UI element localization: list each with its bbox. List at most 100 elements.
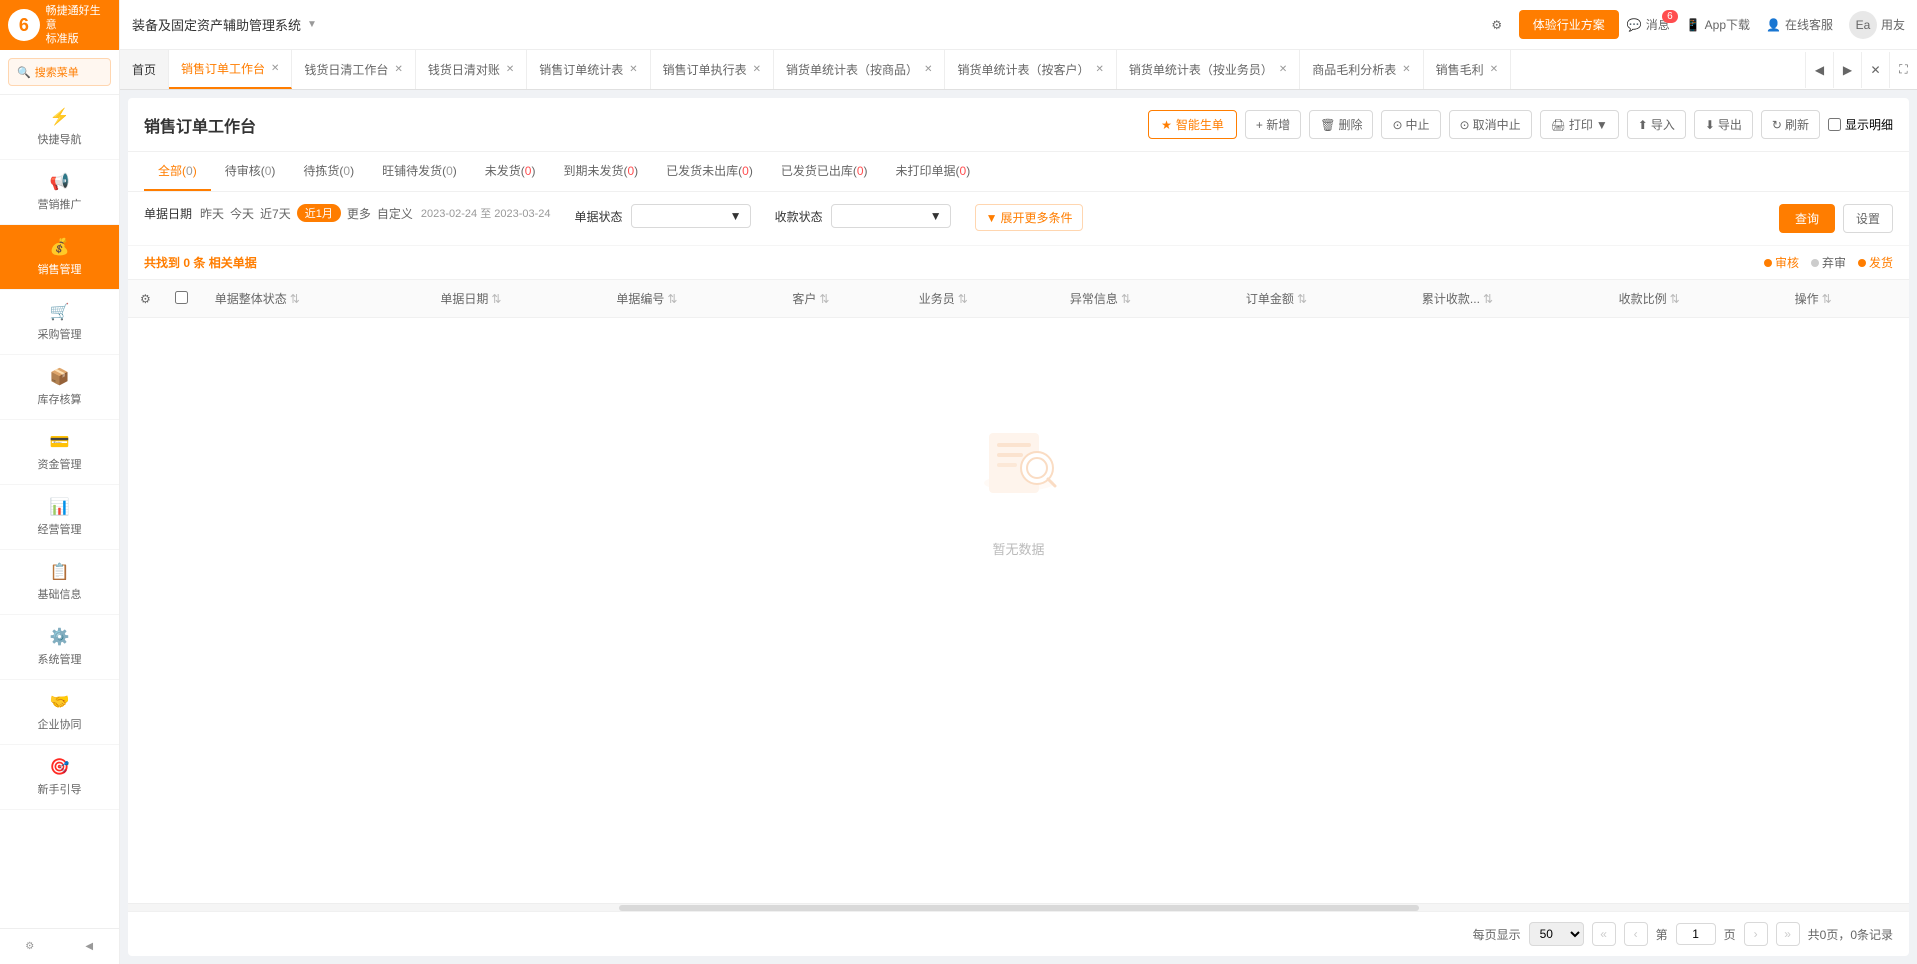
tab-sales-summary-customer[interactable]: 销货单统计表（按客户）✕ xyxy=(945,50,1116,89)
tab-close-icon[interactable]: ✕ xyxy=(753,64,761,75)
tab-product-margin[interactable]: 商品毛利分析表✕ xyxy=(1300,50,1423,89)
sub-tab-pending-review[interactable]: 待审核(0) xyxy=(211,152,290,191)
content-inner: 销售订单工作台 ★ 智能生单 + 新增 🗑 删除 ⊙ 中止 xyxy=(128,98,1909,956)
refresh-button[interactable]: ↻ 刷新 xyxy=(1761,110,1820,139)
tab-fullscreen-button[interactable]: ⛶ xyxy=(1889,52,1917,88)
user-area[interactable]: Ea 用友 xyxy=(1849,11,1905,39)
tab-cash-reconcile[interactable]: 钱货日清对账✕ xyxy=(416,50,527,89)
sub-tab-all[interactable]: 全部(0) xyxy=(144,152,211,191)
sort-icon: ⇅ xyxy=(491,292,501,306)
sidebar-item-cooperation[interactable]: 🤝企业协同 xyxy=(0,680,119,745)
sidebar-item-operations[interactable]: 📊经营管理 xyxy=(0,485,119,550)
tab-home[interactable]: 首页 xyxy=(120,50,169,89)
expand-icon: ▼ xyxy=(986,211,998,225)
tab-sales-summary-staff[interactable]: 销货单统计表（按业务员）✕ xyxy=(1117,50,1300,89)
sidebar-item-system[interactable]: ⚙️系统管理 xyxy=(0,615,119,680)
page-input[interactable] xyxy=(1676,923,1716,945)
online-service-button[interactable]: 👤 在线客服 xyxy=(1766,16,1833,33)
prev-page-button[interactable]: ‹ xyxy=(1624,922,1648,946)
last-page-button[interactable]: » xyxy=(1776,922,1800,946)
tab-sales-summary-product[interactable]: 销货单统计表（按商品）✕ xyxy=(774,50,945,89)
tab-sales-stats[interactable]: 销售订单统计表✕ xyxy=(527,50,650,89)
search-menu-button[interactable]: 🔍 搜索菜单 xyxy=(8,58,111,86)
tab-close-icon[interactable]: ✕ xyxy=(1490,64,1498,75)
sub-tab-shipped-out[interactable]: 已发货已出库(0) xyxy=(767,152,882,191)
sub-tab-not-printed[interactable]: 未打印单据(0) xyxy=(882,152,985,191)
print-button[interactable]: 🖨 打印 ▼ xyxy=(1540,110,1619,139)
query-button[interactable]: 查询 xyxy=(1779,204,1835,233)
date-opt[interactable]: 昨天 xyxy=(200,205,224,222)
empty-icon xyxy=(969,408,1069,527)
scrollbar-thumb xyxy=(619,905,1419,911)
show-detail-checkbox[interactable]: 显示明细 xyxy=(1828,116,1893,133)
horizontal-scrollbar[interactable] xyxy=(128,903,1909,911)
tab-close-icon[interactable]: ✕ xyxy=(1279,64,1287,75)
payment-select[interactable]: ▼ xyxy=(831,204,951,228)
select-all-checkbox[interactable] xyxy=(175,291,188,304)
date-opt[interactable]: 自定义 xyxy=(377,205,413,222)
sub-tab-expired-not-shipped[interactable]: 到期未发货(0) xyxy=(549,152,652,191)
sidebar-item-inventory[interactable]: 📦库存核算 xyxy=(0,355,119,420)
show-detail-input[interactable] xyxy=(1828,118,1841,131)
tab-close-icon[interactable]: ✕ xyxy=(506,64,514,75)
purchase-icon: 🛒 xyxy=(50,302,70,322)
undo-audit-button[interactable]: 弃审 xyxy=(1811,254,1846,271)
audit-button[interactable]: 审核 xyxy=(1764,254,1799,271)
tab-close-icon[interactable]: ✕ xyxy=(629,64,637,75)
chevron-down-icon: ▼ xyxy=(730,209,742,223)
date-opt[interactable]: 今天 xyxy=(230,205,254,222)
export-button[interactable]: ⬇ 导出 xyxy=(1694,110,1753,139)
tab-close-icon[interactable]: ✕ xyxy=(1095,64,1103,75)
sidebar-item-guide[interactable]: 🎯新手引导 xyxy=(0,745,119,810)
sidebar-item-basic-info[interactable]: 📋基础信息 xyxy=(0,550,119,615)
cooperation-icon: 🤝 xyxy=(50,692,70,712)
sub-tab-wangpu-delivery[interactable]: 旺铺待发货(0) xyxy=(368,152,471,191)
message-button[interactable]: 💬 消息 6 xyxy=(1627,16,1670,33)
sidebar-item-sales[interactable]: 💰销售管理 xyxy=(0,225,119,290)
delete-button[interactable]: 🗑 删除 xyxy=(1309,110,1373,139)
tab-close-icon[interactable]: ✕ xyxy=(271,63,279,74)
sub-tab-not-shipped[interactable]: 未发货(0) xyxy=(471,152,550,191)
col-settings: ⚙ xyxy=(128,280,163,318)
sidebar-item-label: 新手引导 xyxy=(38,781,82,797)
experience-button[interactable]: 体验行业方案 xyxy=(1519,10,1619,39)
suspend-button[interactable]: ⊙ 中止 xyxy=(1381,110,1440,139)
date-opt[interactable]: 更多 xyxy=(347,205,371,222)
first-page-button[interactable]: « xyxy=(1592,922,1616,946)
tab-close-icon[interactable]: ✕ xyxy=(924,64,932,75)
sub-tab-count: 0 xyxy=(742,164,749,178)
add-button[interactable]: + 新增 xyxy=(1245,110,1301,139)
tab-sales-more[interactable]: 销售毛利✕ xyxy=(1424,50,1511,89)
tab-scroll-right-button[interactable]: ▶ xyxy=(1833,52,1861,88)
import-button[interactable]: ⬆ 导入 xyxy=(1627,110,1686,139)
tab-scroll-left-button[interactable]: ◀ xyxy=(1805,52,1833,88)
sidebar-collapse-button[interactable]: ◀ xyxy=(60,929,120,964)
tab-close-icon[interactable]: ✕ xyxy=(1402,64,1410,75)
sub-tab-count: 0 xyxy=(627,164,634,178)
date-opt[interactable]: 近1月 xyxy=(297,204,341,222)
ship-button[interactable]: 发货 xyxy=(1858,254,1893,271)
tab-cash-daily[interactable]: 钱货日清工作台✕ xyxy=(292,50,415,89)
sub-tab-pending-delivery[interactable]: 待拣货(0) xyxy=(289,152,368,191)
cancel-suspend-button[interactable]: ⊙ 取消中止 xyxy=(1449,110,1532,139)
tab-sales-workbench[interactable]: 销售订单工作台✕ xyxy=(169,50,292,89)
sidebar-item-finance[interactable]: 💳资金管理 xyxy=(0,420,119,485)
sub-tab-shipped-not-out[interactable]: 已发货未出库(0) xyxy=(652,152,767,191)
sidebar-item-marketing[interactable]: 📢营销推广 xyxy=(0,160,119,225)
sidebar-settings-button[interactable]: ⚙ xyxy=(0,929,60,964)
tab-close-icon[interactable]: ✕ xyxy=(394,64,402,75)
sidebar-item-label: 销售管理 xyxy=(38,261,82,277)
smart-generate-button[interactable]: ★ 智能生单 xyxy=(1148,110,1237,139)
expand-conditions-button[interactable]: ▼ 展开更多条件 xyxy=(975,204,1084,231)
status-select[interactable]: ▼ xyxy=(631,204,751,228)
settings-button[interactable]: 设置 xyxy=(1843,204,1893,233)
next-page-button[interactable]: › xyxy=(1744,922,1768,946)
tab-sales-exec[interactable]: 销售订单执行表✕ xyxy=(651,50,774,89)
app-download-button[interactable]: 📱 App下载 xyxy=(1686,16,1750,33)
date-opt[interactable]: 近7天 xyxy=(260,205,291,222)
page-size-select[interactable]: 50 10 20 100 xyxy=(1529,922,1584,946)
sidebar-item-purchase[interactable]: 🛒采购管理 xyxy=(0,290,119,355)
sidebar-item-quick-nav[interactable]: ⚡快捷导航 xyxy=(0,95,119,160)
tab-close-all-button[interactable]: ✕ xyxy=(1861,52,1889,88)
topbar-settings-button[interactable]: ⚙ xyxy=(1483,11,1511,39)
